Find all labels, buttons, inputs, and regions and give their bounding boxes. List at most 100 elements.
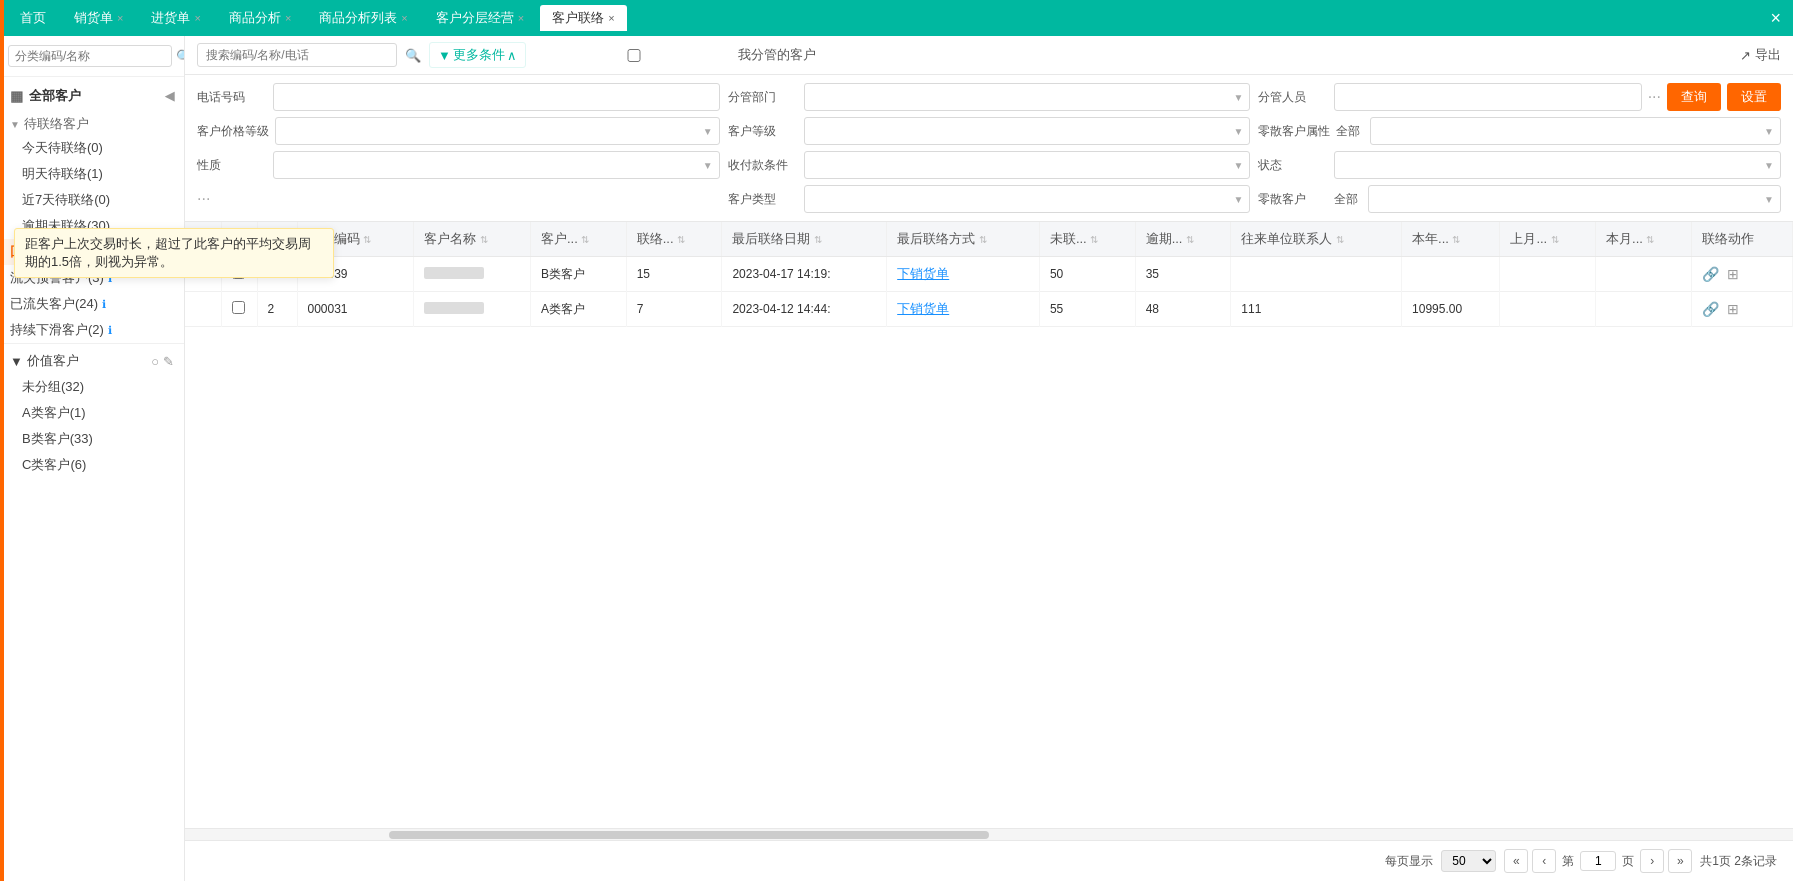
- sort-icon-this-month[interactable]: ⇅: [1646, 234, 1654, 245]
- row2-select-checkbox[interactable]: [232, 301, 245, 314]
- row1-link-icon[interactable]: 🔗: [1702, 266, 1719, 282]
- close-customer-contact[interactable]: ×: [608, 12, 614, 24]
- query-button[interactable]: 查询: [1667, 83, 1721, 111]
- per-page-select[interactable]: 50 20 100: [1441, 850, 1496, 872]
- chevron-down-icon: ▼: [1233, 92, 1243, 103]
- value-group-header[interactable]: ▼ 价值客户 ○ ✎: [0, 348, 184, 374]
- row2-contact-method-link[interactable]: 下销货单: [897, 301, 949, 316]
- pending-contact-group[interactable]: ▼ 待联络客户: [0, 111, 184, 135]
- status-select[interactable]: ▼: [1334, 151, 1781, 179]
- customer-table-container: ⚙ 客户编码 ⇅ 客户名称 ⇅: [185, 222, 1793, 828]
- col-last-month: 上月... ⇅: [1500, 222, 1596, 257]
- category-search-input[interactable]: [8, 45, 172, 67]
- close-sales-order[interactable]: ×: [117, 12, 123, 24]
- nature-select[interactable]: ▼: [273, 151, 720, 179]
- retail-attr-select[interactable]: ▼: [1370, 117, 1781, 145]
- customer-type-select[interactable]: ▼: [804, 185, 1251, 213]
- my-customers-checkbox-group: 我分管的客户: [534, 46, 816, 64]
- sort-icon-overdue[interactable]: ⇅: [1186, 234, 1194, 245]
- customer-search-input[interactable]: [197, 43, 397, 67]
- nav-product-analysis-list[interactable]: 商品分析列表 ×: [307, 5, 419, 31]
- sort-icon-date[interactable]: ⇅: [814, 234, 822, 245]
- sidebar-item-ungrouped[interactable]: 未分组(32): [0, 374, 184, 400]
- last-page-button[interactable]: »: [1668, 849, 1692, 873]
- nav-sales-order[interactable]: 销货单 ×: [62, 5, 135, 31]
- sort-icon-category[interactable]: ⇅: [581, 234, 589, 245]
- chevron-down-icon: ▼: [1764, 194, 1774, 205]
- category-search-button[interactable]: 🔍: [176, 44, 185, 68]
- customer-table: ⚙ 客户编码 ⇅ 客户名称 ⇅: [185, 222, 1793, 327]
- prev-page-button[interactable]: ‹: [1532, 849, 1556, 873]
- info-icon-2[interactable]: ℹ: [102, 298, 106, 311]
- nav-purchase-order[interactable]: 进货单 ×: [139, 5, 212, 31]
- info-icon-3[interactable]: ℹ: [108, 324, 112, 337]
- sort-icon-not-contacted[interactable]: ⇅: [1090, 234, 1098, 245]
- phone-input[interactable]: [273, 83, 720, 111]
- row2-last-month: [1500, 292, 1596, 327]
- sidebar-item-7days[interactable]: 近7天待联络(0): [0, 187, 184, 213]
- sort-icon-this-year[interactable]: ⇅: [1452, 234, 1460, 245]
- dept-select[interactable]: ▼: [804, 83, 1251, 111]
- sidebar-item-today[interactable]: 今天待联络(0): [0, 135, 184, 161]
- all-customers-header[interactable]: ▦ 全部客户 ◀: [0, 81, 184, 111]
- my-customers-checkbox[interactable]: [534, 49, 734, 62]
- manager-select[interactable]: [1334, 83, 1641, 111]
- sort-icon-unit-contact[interactable]: ⇅: [1336, 234, 1344, 245]
- horizontal-scrollbar[interactable]: [185, 828, 1793, 840]
- nav-product-analysis[interactable]: 商品分析 ×: [217, 5, 303, 31]
- sidebar-item-declining[interactable]: 持续下滑客户(2) ℹ: [0, 317, 184, 343]
- more-dots-icon[interactable]: ···: [1648, 88, 1661, 106]
- more-conditions-button[interactable]: ▼ 更多条件 ∧: [429, 42, 526, 68]
- chevron-down-icon: ▼: [1764, 160, 1774, 171]
- export-button[interactable]: ↗ 导出: [1740, 46, 1781, 64]
- price-level-select[interactable]: ▼: [275, 117, 720, 145]
- row2-link-icon[interactable]: 🔗: [1702, 301, 1719, 317]
- expand-icon: ▼: [10, 119, 20, 130]
- dept-label: 分管部门: [728, 89, 798, 106]
- settings-button[interactable]: 设置: [1727, 83, 1781, 111]
- row1-last-contact-method[interactable]: 下销货单: [887, 257, 1040, 292]
- row2-overdue: 48: [1135, 292, 1231, 327]
- nav-customer-contact[interactable]: 客户联络 ×: [540, 5, 626, 31]
- sidebar-item-b-class[interactable]: B类客户(33): [0, 426, 184, 452]
- sort-icon-name[interactable]: ⇅: [480, 234, 488, 245]
- chevron-down-icon: ▼: [1764, 126, 1774, 137]
- retail-customer-select[interactable]: ▼: [1368, 185, 1781, 213]
- value-group-section: ▼ 价值客户 ○ ✎ 未分组(32) A类客户(1) B类客户(33): [0, 343, 184, 482]
- value-group-edit-icon[interactable]: ✎: [163, 354, 174, 369]
- sort-icon-method[interactable]: ⇅: [979, 234, 987, 245]
- nav-home[interactable]: 首页: [8, 5, 58, 31]
- row1-contact-method-link[interactable]: 下销货单: [897, 266, 949, 281]
- sidebar-item-a-class[interactable]: A类客户(1): [0, 400, 184, 426]
- close-purchase-order[interactable]: ×: [194, 12, 200, 24]
- payment-select[interactable]: ▼: [804, 151, 1251, 179]
- page-number-input[interactable]: [1580, 851, 1616, 871]
- sort-icon-code[interactable]: ⇅: [363, 234, 371, 245]
- sidebar-search-bar: 🔍: [0, 36, 184, 77]
- filter-payment: 收付款条件 ▼: [728, 151, 1251, 179]
- close-customer-segmentation[interactable]: ×: [518, 12, 524, 24]
- more-dots-icon[interactable]: ···: [197, 190, 210, 208]
- collapse-icon[interactable]: ◀: [165, 89, 174, 103]
- close-product-analysis[interactable]: ×: [285, 12, 291, 24]
- nav-customer-segmentation[interactable]: 客户分层经营 ×: [424, 5, 536, 31]
- close-all-tabs[interactable]: ×: [1770, 8, 1781, 29]
- first-page-button[interactable]: «: [1504, 849, 1528, 873]
- sort-icon-last-month[interactable]: ⇅: [1551, 234, 1559, 245]
- value-group-add-icon[interactable]: ○: [151, 354, 159, 369]
- sidebar-item-tomorrow[interactable]: 明天待联络(1): [0, 161, 184, 187]
- next-page-button[interactable]: ›: [1640, 849, 1664, 873]
- sidebar-item-churned[interactable]: 已流失客户(24) ℹ: [0, 291, 184, 317]
- sort-icon-contact[interactable]: ⇅: [677, 234, 685, 245]
- scroll-thumb[interactable]: [389, 831, 989, 839]
- sidebar-item-c-class[interactable]: C类客户(6): [0, 452, 184, 478]
- pagination: « ‹ 第 页 › »: [1504, 849, 1692, 873]
- customer-search-button[interactable]: 🔍: [405, 48, 421, 63]
- retail-attr-label: 零散客户属性: [1258, 123, 1330, 140]
- close-product-analysis-list[interactable]: ×: [401, 12, 407, 24]
- row2-last-contact-method[interactable]: 下销货单: [887, 292, 1040, 327]
- customer-level-select[interactable]: ▼: [804, 117, 1251, 145]
- row2-grid-icon[interactable]: ⊞: [1727, 301, 1739, 317]
- row1-grid-icon[interactable]: ⊞: [1727, 266, 1739, 282]
- main-layout: 🔍 ▦ 全部客户 ◀ ▼ 待联络客户 今天待联络(0) 明天待联络(1): [0, 36, 1793, 881]
